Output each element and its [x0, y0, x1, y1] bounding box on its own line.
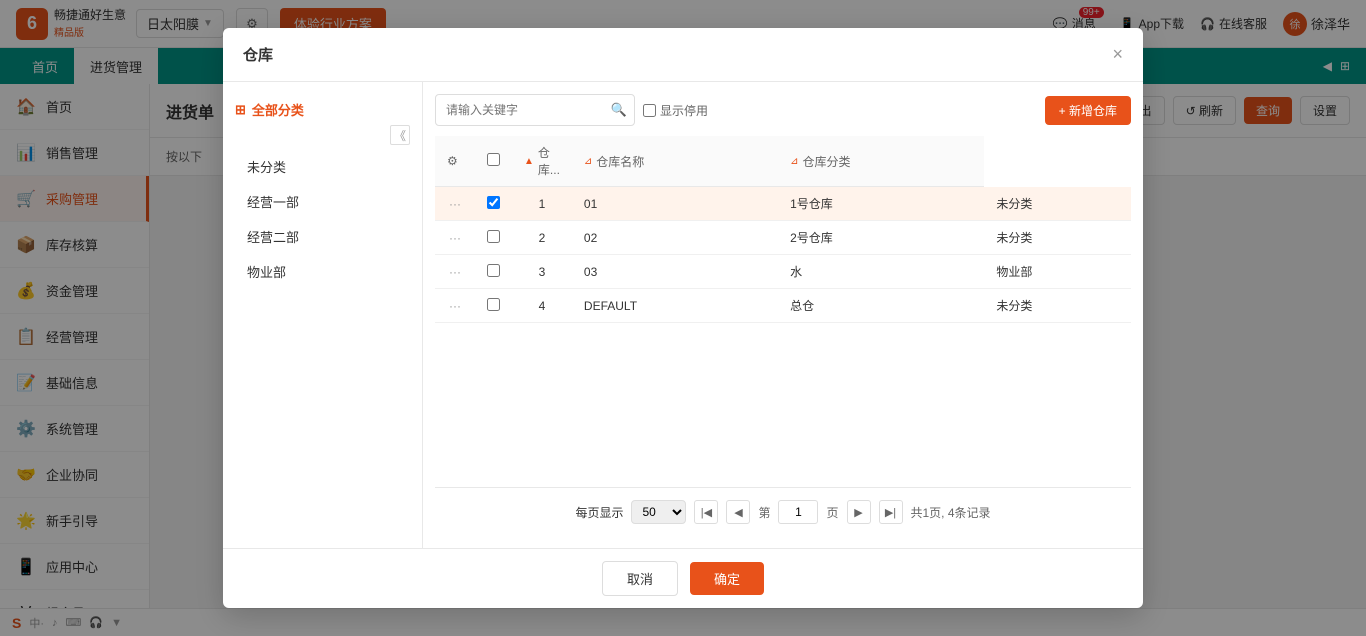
dialog-header: 仓库 × — [223, 28, 1143, 82]
category-all[interactable]: ⊞ 全部分类 — [223, 94, 422, 125]
table-row[interactable]: ··· 3 03 水 物业部 — [435, 255, 1131, 289]
row-num: 2 — [512, 221, 572, 255]
collapse-category-button[interactable]: 《 — [390, 125, 410, 145]
dots-icon[interactable]: ··· — [449, 231, 461, 245]
pagination: 每页显示 50 100 200 |◀ ◀ 第 页 ▶ ▶| 共1页, 4条记录 — [435, 487, 1131, 536]
last-page-button[interactable]: ▶| — [879, 500, 903, 524]
sort-icon-cat: ⊿ — [790, 156, 798, 167]
per-page-label: 每页显示 — [575, 504, 623, 521]
category-panel: ⊞ 全部分类 《 未分类 经营一部 经营二部 物业部 — [223, 82, 423, 548]
sort-icon-name: ⊿ — [584, 156, 592, 167]
row-code: 02 — [572, 221, 778, 255]
col-header-category: ⊿ 仓库分类 — [778, 136, 984, 187]
dots-icon[interactable]: ··· — [449, 299, 461, 313]
warehouse-table: ⚙ ▲ 仓库... ⊿ — [435, 136, 1131, 323]
table-toolbar: 🔍 显示停用 + 新增仓库 — [435, 94, 1131, 126]
select-all-checkbox[interactable] — [487, 153, 500, 166]
grid-icon: ⊞ — [235, 102, 246, 118]
search-input-wrap: 🔍 — [435, 94, 635, 126]
page-label-text: 第 — [758, 504, 770, 521]
row-name: 水 — [778, 255, 984, 289]
category-item-dept2[interactable]: 经营二部 — [223, 219, 422, 254]
row-num: 4 — [512, 289, 572, 323]
show-disabled-checkbox[interactable]: 显示停用 — [643, 102, 708, 119]
search-wrap: 🔍 显示停用 — [435, 94, 708, 126]
prev-page-button[interactable]: ◀ — [726, 500, 750, 524]
row-num: 1 — [512, 187, 572, 221]
search-input[interactable] — [435, 94, 635, 126]
warehouse-dialog: 仓库 × ⊞ 全部分类 《 未分类 经营一部 经营二部 物业部 — [223, 28, 1143, 608]
table-row[interactable]: ··· 4 DEFAULT 总仓 未分类 — [435, 289, 1131, 323]
row-name: 1号仓库 — [778, 187, 984, 221]
dots-icon[interactable]: ··· — [449, 197, 461, 211]
total-label: 共1页, 4条记录 — [911, 504, 991, 521]
dialog-title: 仓库 — [243, 44, 273, 65]
row-checkbox-cell — [475, 255, 512, 289]
row-category: 未分类 — [984, 289, 1131, 323]
row-category: 物业部 — [984, 255, 1131, 289]
dots-icon[interactable]: ··· — [449, 265, 461, 279]
add-warehouse-button[interactable]: + 新增仓库 — [1045, 96, 1131, 125]
table-row[interactable]: ··· 2 02 2号仓库 未分类 — [435, 221, 1131, 255]
row-checkbox[interactable] — [487, 196, 500, 209]
row-code: DEFAULT — [572, 289, 778, 323]
dialog-footer: 取消 确定 — [223, 548, 1143, 608]
close-button[interactable]: × — [1112, 44, 1123, 65]
table-row[interactable]: ··· 1 01 1号仓库 未分类 — [435, 187, 1131, 221]
category-item-dept1[interactable]: 经营一部 — [223, 184, 422, 219]
per-page-select[interactable]: 50 100 200 — [631, 500, 686, 524]
row-gear: ··· — [435, 255, 475, 289]
col-header-checkbox — [475, 136, 512, 187]
table-panel: 🔍 显示停用 + 新增仓库 ⚙ — [423, 82, 1143, 548]
category-item-unclassified[interactable]: 未分类 — [223, 149, 422, 184]
sort-icon: ▲ — [524, 156, 534, 167]
dialog-body: ⊞ 全部分类 《 未分类 经营一部 经营二部 物业部 — [223, 82, 1143, 548]
cancel-button[interactable]: 取消 — [602, 561, 678, 596]
col-header-name: ⊿ 仓库名称 — [572, 136, 778, 187]
first-page-button[interactable]: |◀ — [694, 500, 718, 524]
row-category: 未分类 — [984, 187, 1131, 221]
row-checkbox[interactable] — [487, 298, 500, 311]
row-name: 总仓 — [778, 289, 984, 323]
row-checkbox-cell — [475, 289, 512, 323]
confirm-button[interactable]: 确定 — [690, 562, 764, 595]
page-unit: 页 — [826, 504, 838, 521]
show-disabled-toggle[interactable] — [643, 104, 656, 117]
next-page-button[interactable]: ▶ — [847, 500, 871, 524]
search-icon[interactable]: 🔍 — [611, 102, 627, 118]
col-header-gear: ⚙ — [435, 136, 475, 187]
row-category: 未分类 — [984, 221, 1131, 255]
row-gear: ··· — [435, 221, 475, 255]
row-gear: ··· — [435, 289, 475, 323]
row-code: 03 — [572, 255, 778, 289]
row-checkbox-cell — [475, 187, 512, 221]
category-item-property[interactable]: 物业部 — [223, 254, 422, 289]
row-name: 2号仓库 — [778, 221, 984, 255]
row-code: 01 — [572, 187, 778, 221]
row-checkbox-cell — [475, 221, 512, 255]
row-checkbox[interactable] — [487, 264, 500, 277]
row-gear: ··· — [435, 187, 475, 221]
col-header-code[interactable]: ▲ 仓库... — [512, 136, 572, 187]
row-num: 3 — [512, 255, 572, 289]
page-number-input[interactable] — [778, 500, 818, 524]
row-checkbox[interactable] — [487, 230, 500, 243]
